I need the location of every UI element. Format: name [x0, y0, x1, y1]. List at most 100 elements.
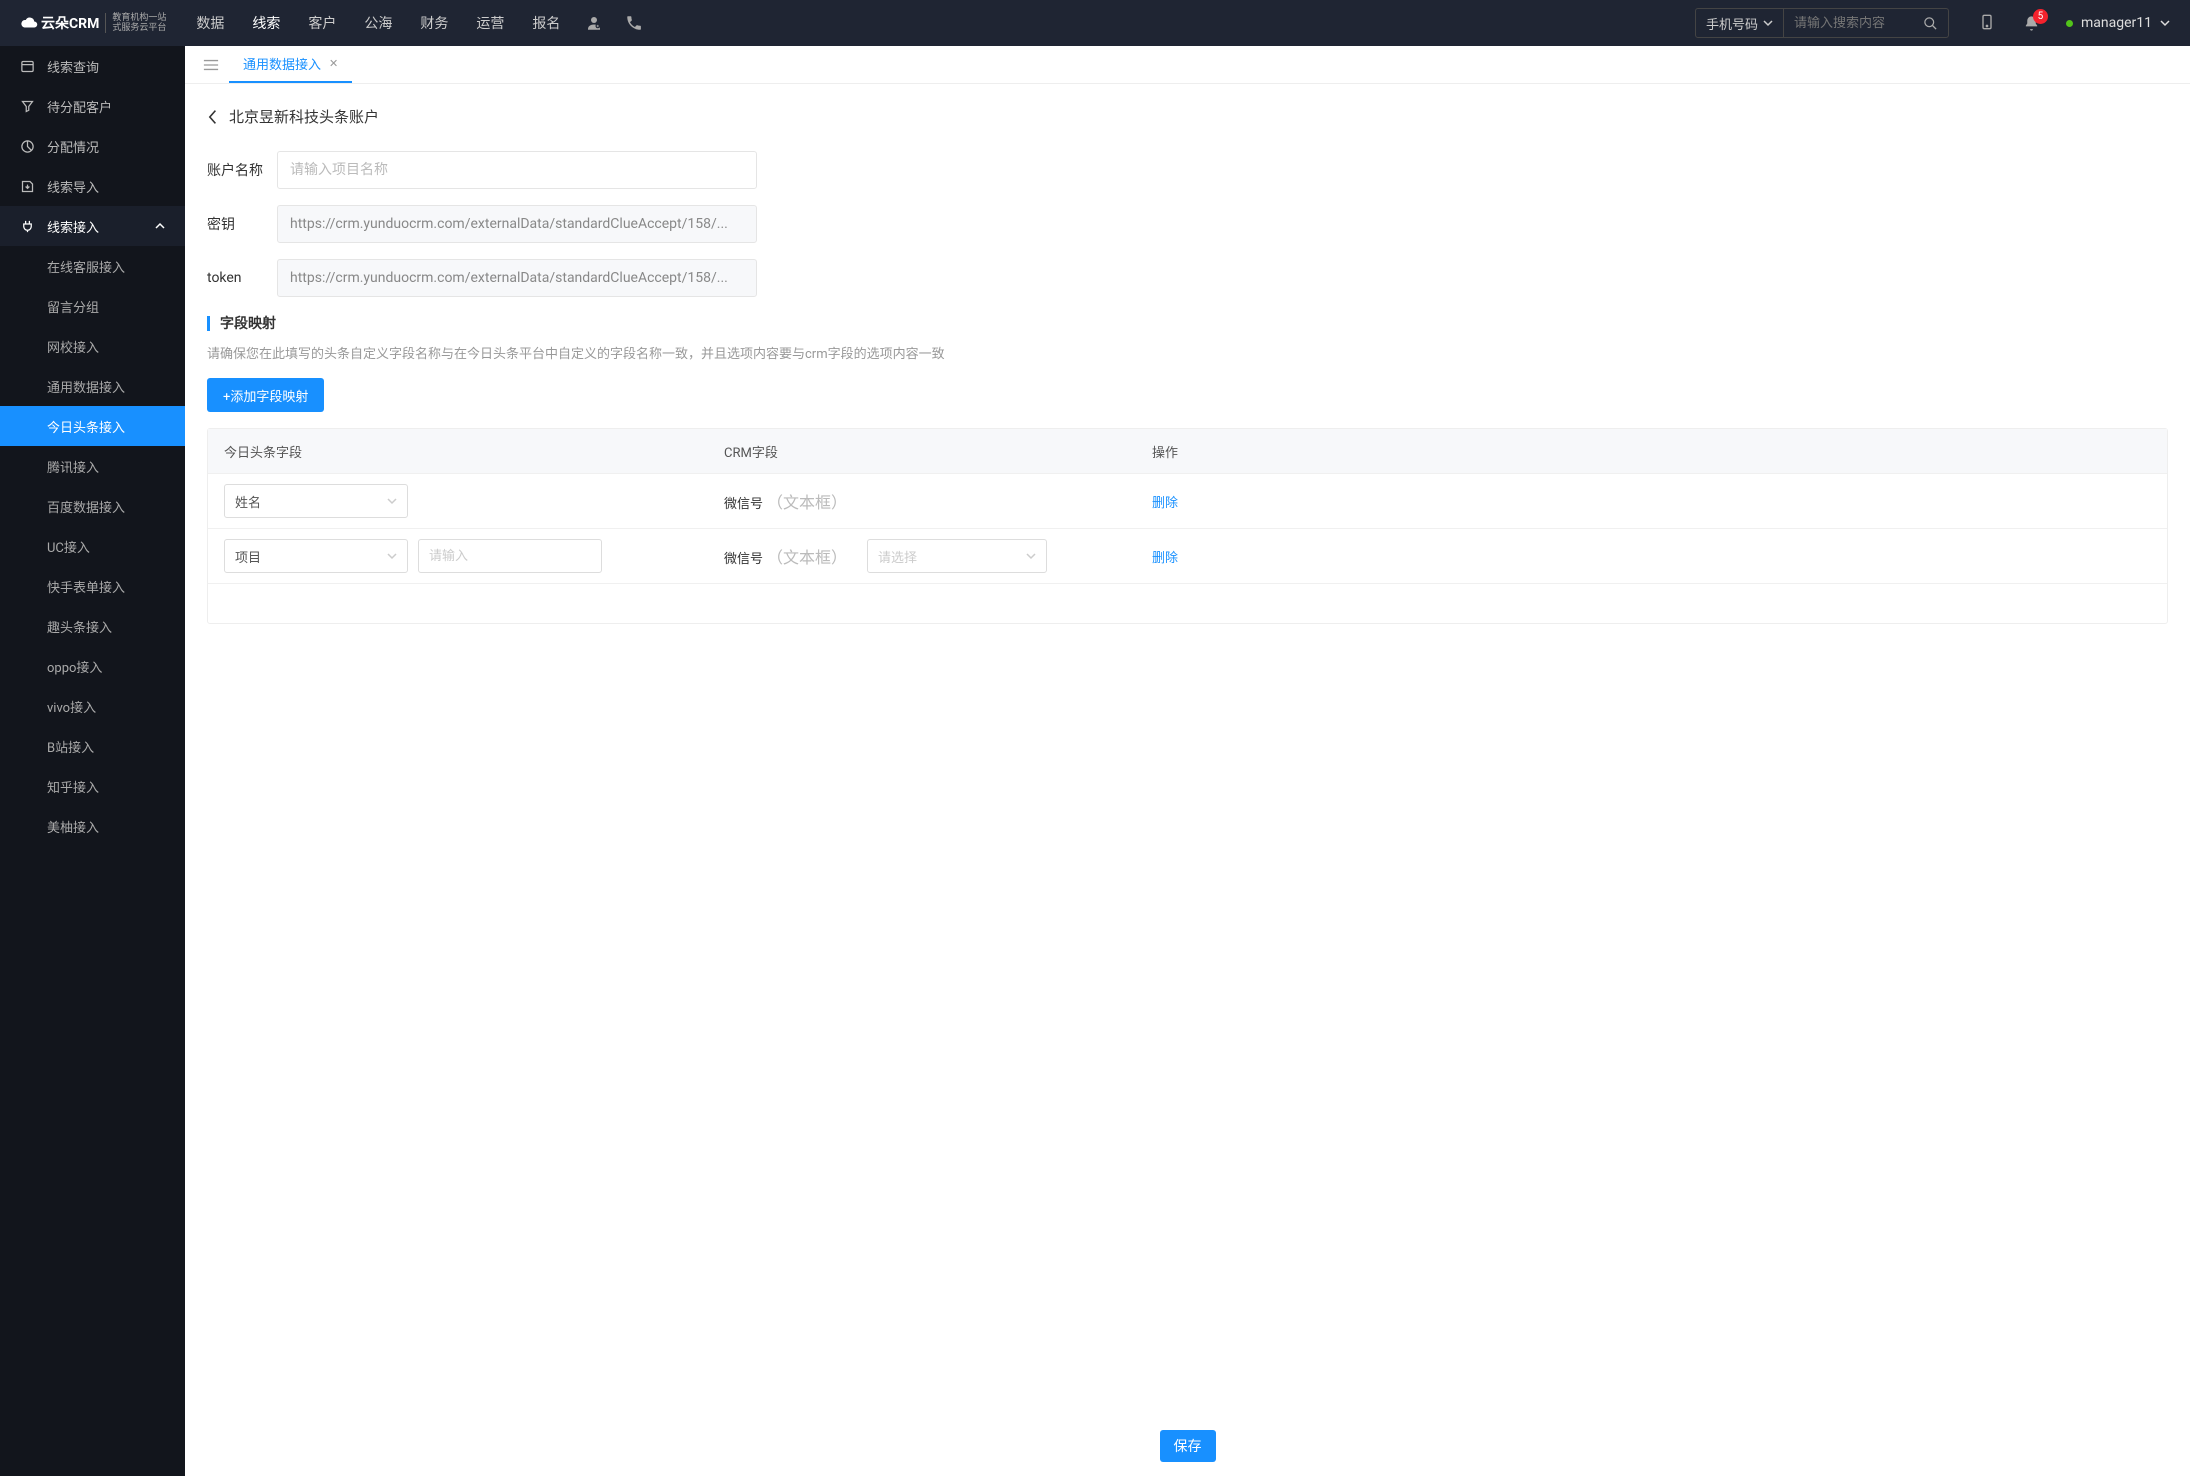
- topnav-item-enroll[interactable]: 报名: [532, 13, 560, 33]
- crm-field-value: 微信号: [724, 552, 763, 567]
- account-name-input[interactable]: [277, 151, 757, 189]
- sidebar-sub-6[interactable]: 百度数据接入: [0, 486, 185, 526]
- topnav: 数据 线索 客户 公海 财务 运营 报名: [196, 13, 560, 33]
- chart-icon: [20, 139, 35, 154]
- section-marker: [207, 316, 210, 331]
- sidebar-item-pending[interactable]: 待分配客户: [0, 86, 185, 126]
- toutiao-field-input[interactable]: [418, 539, 602, 573]
- header-crm-field: CRM字段: [724, 442, 1152, 461]
- crm-field-value: 微信号: [724, 497, 763, 512]
- search-box: 手机号码: [1695, 8, 1949, 38]
- sidebar-sub-2[interactable]: 网校接入: [0, 326, 185, 366]
- status-dot: [2066, 20, 2073, 27]
- menu-icon: [203, 58, 219, 72]
- sidebar-sub-12[interactable]: B站接入: [0, 726, 185, 766]
- search-input[interactable]: [1784, 16, 1914, 31]
- page-title: 北京昱新科技头条账户: [229, 106, 379, 127]
- delete-link[interactable]: 删除: [1152, 496, 1178, 511]
- tabs-bar: 通用数据接入 ✕: [185, 46, 2190, 84]
- table-header: 今日头条字段 CRM字段 操作: [208, 429, 2167, 473]
- right-icons: 5 manager11: [1979, 14, 2170, 32]
- section-title: 字段映射: [220, 313, 276, 333]
- sidebar-sub-3[interactable]: 通用数据接入: [0, 366, 185, 406]
- topnav-item-leads[interactable]: 线索: [252, 13, 280, 33]
- user-icon[interactable]: [585, 14, 603, 32]
- sidebar-sub-14[interactable]: 美柚接入: [0, 806, 185, 846]
- content-area: 通用数据接入 ✕ 北京昱新科技头条账户 账户名称 密钥: [185, 46, 2190, 1476]
- save-button[interactable]: 保存: [1160, 1430, 1216, 1462]
- tab-general-data[interactable]: 通用数据接入 ✕: [229, 46, 352, 83]
- search-icon: [1923, 16, 1938, 31]
- sidebar-item-leads-query[interactable]: 线索查询: [0, 46, 185, 86]
- sidebar-sub-7[interactable]: UC接入: [0, 526, 185, 566]
- topnav-item-customer[interactable]: 客户: [308, 13, 336, 33]
- sidebar-sub-1[interactable]: 留言分组: [0, 286, 185, 326]
- secret-label: 密钥: [207, 214, 277, 234]
- topnav-item-ops[interactable]: 运营: [476, 13, 504, 33]
- chevron-down-icon: [387, 551, 397, 561]
- sidebar-item-integration[interactable]: 线索接入: [0, 206, 185, 246]
- crm-field-hint: （文本框）: [767, 493, 847, 512]
- sidebar-sub-9[interactable]: 趣头条接入: [0, 606, 185, 646]
- topnav-item-data[interactable]: 数据: [196, 13, 224, 33]
- add-field-mapping-button[interactable]: +添加字段映射: [207, 378, 324, 412]
- notification-bell[interactable]: 5: [2023, 15, 2040, 32]
- list-icon: [20, 59, 35, 74]
- sidebar-collapse-button[interactable]: [193, 58, 229, 72]
- logo-brand: 云朵CRM: [20, 13, 99, 33]
- header-action: 操作: [1152, 442, 2151, 461]
- chevron-down-icon: [2160, 18, 2170, 28]
- topnav-item-pool[interactable]: 公海: [364, 13, 392, 33]
- section-description: 请确保您在此填写的头条自定义字段名称与在今日头条平台中自定义的字段名称一致，并且…: [207, 343, 2168, 362]
- search-type-selector[interactable]: 手机号码: [1696, 9, 1784, 37]
- secret-input[interactable]: [277, 205, 757, 243]
- sidebar-sub-10[interactable]: oppo接入: [0, 646, 185, 686]
- token-label: token: [207, 270, 277, 286]
- chevron-down-icon: [1763, 18, 1773, 28]
- crm-field-select[interactable]: 请选择: [867, 539, 1047, 573]
- top-icons: [585, 14, 643, 32]
- token-input[interactable]: [277, 259, 757, 297]
- sidebar-sub-5[interactable]: 腾讯接入: [0, 446, 185, 486]
- section-header: 字段映射: [207, 313, 2168, 333]
- crm-field-hint: （文本框）: [767, 548, 847, 567]
- username: manager11: [2081, 15, 2152, 31]
- filter-icon: [20, 99, 35, 114]
- header-toutiao-field: 今日头条字段: [224, 442, 724, 461]
- back-button[interactable]: [207, 109, 219, 125]
- tab-close-button[interactable]: ✕: [329, 57, 338, 70]
- notification-badge: 5: [2033, 9, 2048, 24]
- table-row: 姓名 微信号 （文本框） 删除: [208, 473, 2167, 528]
- topbar: 云朵CRM 教育机构一站式服务云平台 数据 线索 客户 公海 财务 运营 报名 …: [0, 0, 2190, 46]
- sidebar: 线索查询 待分配客户 分配情况 线索导入 线索接入 在线客服接入留言分组网校接入…: [0, 46, 185, 1476]
- table-row: 项目 微信号 （文本框） 请选择: [208, 528, 2167, 583]
- chevron-down-icon: [1026, 551, 1036, 561]
- sidebar-item-import[interactable]: 线索导入: [0, 166, 185, 206]
- sidebar-sub-4[interactable]: 今日头条接入: [0, 406, 185, 446]
- import-icon: [20, 179, 35, 194]
- field-mapping-table: 今日头条字段 CRM字段 操作 姓名 微信号: [207, 428, 2168, 624]
- sidebar-item-distribution[interactable]: 分配情况: [0, 126, 185, 166]
- chevron-down-icon: [387, 496, 397, 506]
- topnav-item-finance[interactable]: 财务: [420, 13, 448, 33]
- delete-link[interactable]: 删除: [1152, 551, 1178, 566]
- sidebar-sub-13[interactable]: 知乎接入: [0, 766, 185, 806]
- chevron-up-icon: [155, 221, 165, 231]
- toutiao-field-select[interactable]: 姓名: [224, 484, 408, 518]
- phone-icon[interactable]: [625, 14, 643, 32]
- plug-icon: [20, 219, 35, 234]
- footer-bar: 保存: [185, 1416, 2190, 1476]
- toutiao-field-select[interactable]: 项目: [224, 539, 408, 573]
- page-body: 北京昱新科技头条账户 账户名称 密钥 token 字段映射: [185, 84, 2190, 1476]
- user-menu[interactable]: manager11: [2066, 15, 2170, 31]
- search-button[interactable]: [1914, 9, 1948, 37]
- sidebar-sub-11[interactable]: vivo接入: [0, 686, 185, 726]
- sidebar-sub-0[interactable]: 在线客服接入: [0, 246, 185, 286]
- account-name-label: 账户名称: [207, 160, 277, 180]
- breadcrumb: 北京昱新科技头条账户: [207, 106, 2168, 127]
- logo: 云朵CRM 教育机构一站式服务云平台: [20, 13, 166, 33]
- sidebar-sub-8[interactable]: 快手表单接入: [0, 566, 185, 606]
- mobile-icon[interactable]: [1979, 14, 1997, 32]
- logo-subtitle: 教育机构一站式服务云平台: [105, 13, 166, 33]
- table-row-empty: [208, 583, 2167, 623]
